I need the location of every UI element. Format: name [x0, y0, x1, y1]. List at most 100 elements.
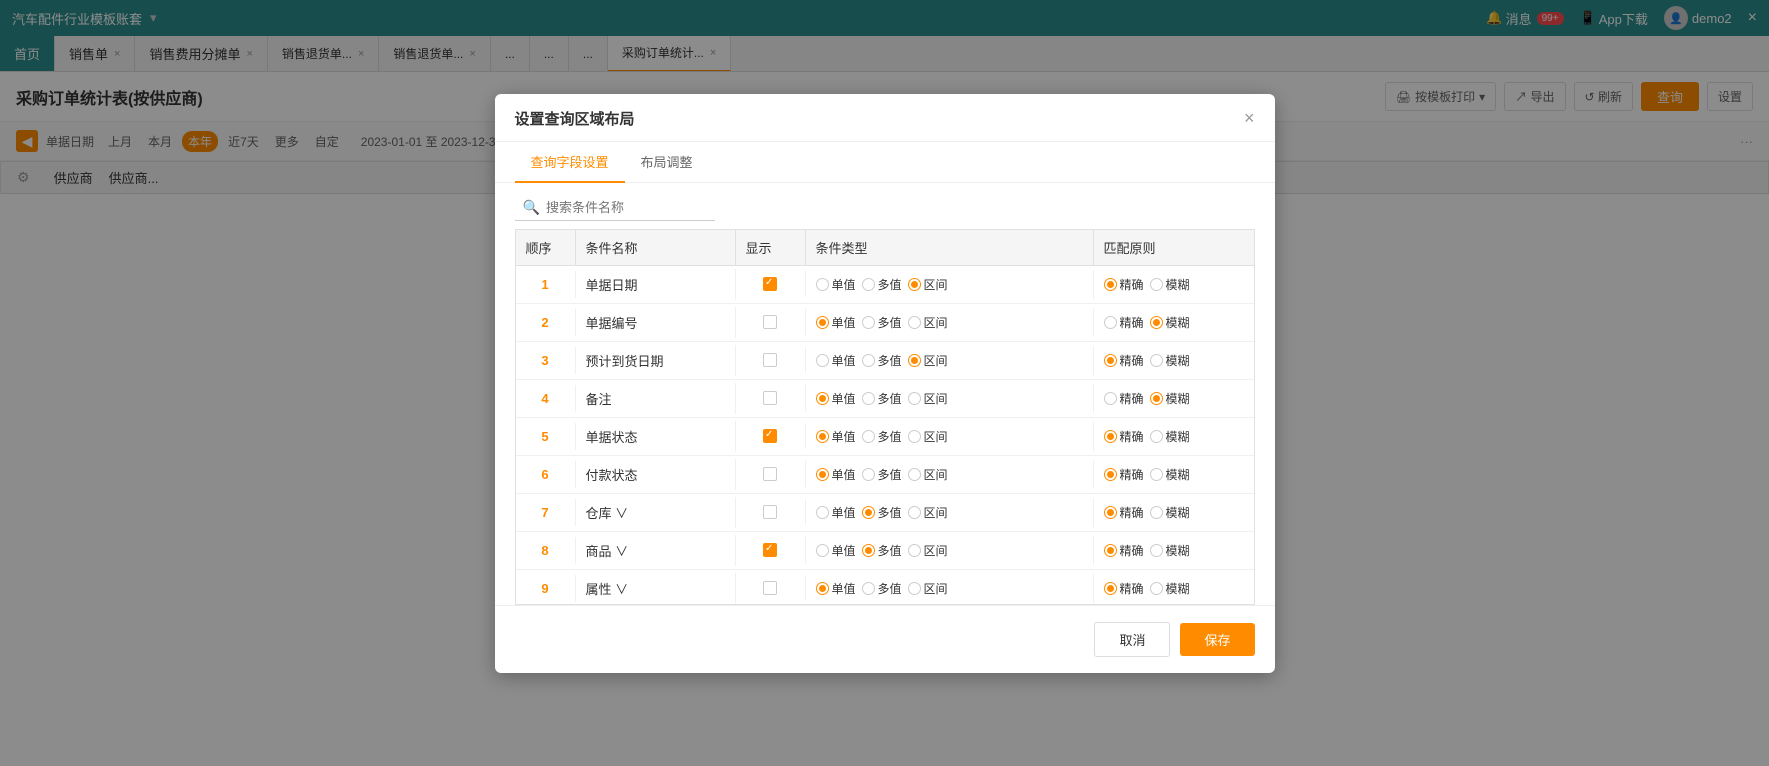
- row-match: 精确模糊: [1094, 308, 1254, 337]
- match-option[interactable]: 精确: [1104, 542, 1144, 559]
- row-display[interactable]: [736, 423, 806, 449]
- radio-circle: [816, 392, 829, 405]
- type-option[interactable]: 单值: [816, 466, 856, 483]
- type-option[interactable]: 多值: [862, 352, 902, 369]
- type-option[interactable]: 单值: [816, 580, 856, 597]
- row-type: 单值多值区间: [806, 498, 1094, 527]
- row-display[interactable]: [736, 461, 806, 487]
- display-checkbox[interactable]: [763, 353, 777, 367]
- display-checkbox[interactable]: [763, 467, 777, 481]
- match-option[interactable]: 精确: [1104, 504, 1144, 521]
- display-checkbox[interactable]: [763, 581, 777, 595]
- radio-circle: [908, 354, 921, 367]
- table-row: 2单据编号单值多值区间精确模糊: [516, 304, 1254, 342]
- match-option[interactable]: 模糊: [1150, 542, 1190, 559]
- display-checkbox[interactable]: [763, 391, 777, 405]
- type-option[interactable]: 多值: [862, 542, 902, 559]
- radio-circle: [862, 430, 875, 443]
- display-checkbox[interactable]: [763, 543, 777, 557]
- type-option[interactable]: 区间: [908, 428, 948, 445]
- type-option[interactable]: 多值: [862, 314, 902, 331]
- type-option[interactable]: 区间: [908, 314, 948, 331]
- match-option[interactable]: 精确: [1104, 580, 1144, 597]
- table-row: 6付款状态单值多值区间精确模糊: [516, 456, 1254, 494]
- row-name: 单据编号: [576, 307, 736, 338]
- table-row: 5单据状态单值多值区间精确模糊: [516, 418, 1254, 456]
- match-option[interactable]: 精确: [1104, 314, 1144, 331]
- type-option[interactable]: 区间: [908, 542, 948, 559]
- radio-circle: [816, 354, 829, 367]
- type-option[interactable]: 单值: [816, 504, 856, 521]
- th-type: 条件类型: [806, 230, 1094, 265]
- row-display[interactable]: [736, 499, 806, 525]
- tab-query-fields[interactable]: 查询字段设置: [515, 142, 625, 183]
- match-option[interactable]: 模糊: [1150, 428, 1190, 445]
- row-order: 8: [516, 537, 576, 564]
- row-display[interactable]: [736, 575, 806, 601]
- cancel-button[interactable]: 取消: [1094, 622, 1170, 657]
- search-input[interactable]: [546, 200, 706, 215]
- type-option[interactable]: 单值: [816, 352, 856, 369]
- match-option[interactable]: 模糊: [1150, 276, 1190, 293]
- row-name: 预计到货日期: [576, 345, 736, 376]
- row-display[interactable]: [736, 309, 806, 335]
- modal-tabs: 查询字段设置 布局调整: [495, 142, 1275, 183]
- save-button[interactable]: 保存: [1180, 623, 1254, 656]
- radio-circle: [1104, 278, 1117, 291]
- th-order: 顺序: [516, 230, 576, 265]
- match-option[interactable]: 精确: [1104, 390, 1144, 407]
- type-option[interactable]: 单值: [816, 314, 856, 331]
- match-option[interactable]: 模糊: [1150, 580, 1190, 597]
- display-checkbox[interactable]: [763, 429, 777, 443]
- table-row: 1单据日期单值多值区间精确模糊: [516, 266, 1254, 304]
- type-option[interactable]: 多值: [862, 580, 902, 597]
- radio-circle: [908, 506, 921, 519]
- match-option[interactable]: 模糊: [1150, 314, 1190, 331]
- type-option[interactable]: 多值: [862, 428, 902, 445]
- type-option[interactable]: 单值: [816, 276, 856, 293]
- row-match: 精确模糊: [1094, 384, 1254, 413]
- modal-overlay: 设置查询区域布局 × 查询字段设置 布局调整 🔍 顺序 条件名称: [0, 0, 1769, 766]
- radio-circle: [908, 582, 921, 595]
- type-option[interactable]: 多值: [862, 390, 902, 407]
- match-option[interactable]: 精确: [1104, 352, 1144, 369]
- th-match: 匹配原则: [1094, 230, 1254, 265]
- match-option[interactable]: 模糊: [1150, 504, 1190, 521]
- type-option[interactable]: 多值: [862, 466, 902, 483]
- match-option[interactable]: 模糊: [1150, 352, 1190, 369]
- match-option[interactable]: 模糊: [1150, 390, 1190, 407]
- display-checkbox[interactable]: [763, 505, 777, 519]
- modal-close-button[interactable]: ×: [1244, 108, 1255, 141]
- radio-circle: [862, 392, 875, 405]
- radio-circle: [1104, 430, 1117, 443]
- display-checkbox[interactable]: [763, 315, 777, 329]
- display-checkbox[interactable]: [763, 277, 777, 291]
- type-option[interactable]: 区间: [908, 352, 948, 369]
- row-display[interactable]: [736, 271, 806, 297]
- row-match: 精确模糊: [1094, 536, 1254, 565]
- row-display[interactable]: [736, 537, 806, 563]
- row-display[interactable]: [736, 347, 806, 373]
- type-option[interactable]: 单值: [816, 428, 856, 445]
- row-display[interactable]: [736, 385, 806, 411]
- radio-circle: [1150, 316, 1163, 329]
- row-match: 精确模糊: [1094, 498, 1254, 527]
- type-option[interactable]: 区间: [908, 390, 948, 407]
- type-option[interactable]: 区间: [908, 466, 948, 483]
- type-option[interactable]: 多值: [862, 276, 902, 293]
- match-option[interactable]: 精确: [1104, 276, 1144, 293]
- type-option[interactable]: 单值: [816, 542, 856, 559]
- match-option[interactable]: 精确: [1104, 466, 1144, 483]
- type-option[interactable]: 区间: [908, 276, 948, 293]
- type-option[interactable]: 区间: [908, 504, 948, 521]
- type-option[interactable]: 多值: [862, 504, 902, 521]
- type-option[interactable]: 区间: [908, 580, 948, 597]
- modal-footer: 取消 保存: [495, 605, 1275, 673]
- tab-layout-adjust[interactable]: 布局调整: [625, 142, 709, 183]
- match-option[interactable]: 精确: [1104, 428, 1144, 445]
- th-name: 条件名称: [576, 230, 736, 265]
- type-option[interactable]: 单值: [816, 390, 856, 407]
- row-order: 1: [516, 271, 576, 298]
- match-option[interactable]: 模糊: [1150, 466, 1190, 483]
- radio-circle: [908, 278, 921, 291]
